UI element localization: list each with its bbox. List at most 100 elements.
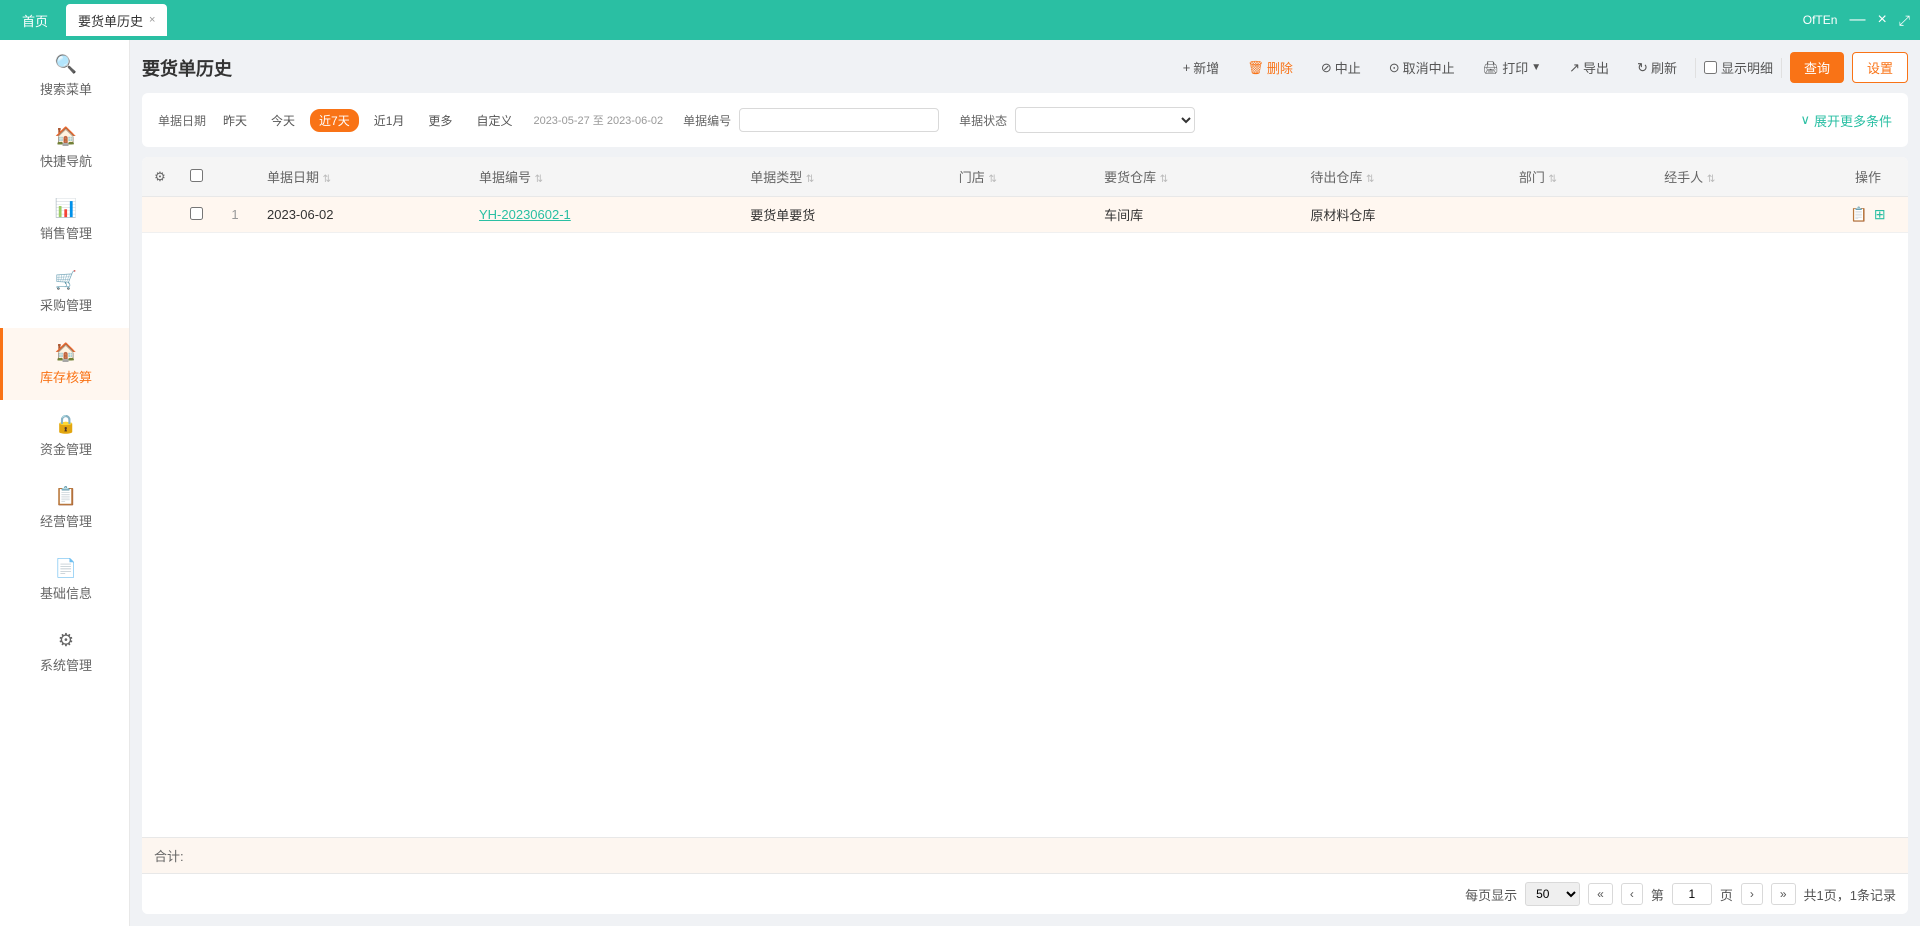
filter-chip-yesterday[interactable]: 昨天 bbox=[214, 109, 256, 132]
cancel-suspend-label: 取消中止 bbox=[1403, 58, 1455, 77]
col-doctype-sort-icon[interactable]: ⇅ bbox=[806, 174, 814, 185]
last-page-btn[interactable]: » bbox=[1771, 883, 1796, 905]
print-button[interactable]: 🖨 打印 ▼ bbox=[1473, 53, 1551, 82]
sidebar: 🔍 搜索菜单 🏠 快捷导航 📊 销售管理 🛒 采购管理 🏠 库存核算 🔒 资金管… bbox=[0, 40, 130, 926]
first-page-btn[interactable]: « bbox=[1588, 883, 1613, 905]
sidebar-item-finance-mgmt-label: 资金管理 bbox=[40, 439, 92, 458]
settings-label: 设置 bbox=[1867, 58, 1893, 77]
col-handler-sort-icon[interactable]: ⇅ bbox=[1707, 174, 1715, 185]
row-doctype: 要货单要货 bbox=[738, 197, 947, 233]
row-edit-icon[interactable]: 📋 bbox=[1850, 206, 1867, 223]
sidebar-item-system-mgmt-label: 系统管理 bbox=[40, 655, 92, 674]
col-header-docno[interactable]: 单据编号 ⇅ bbox=[467, 157, 738, 197]
col-header-req-warehouse[interactable]: 要货仓库 ⇅ bbox=[1092, 157, 1298, 197]
col-docdate-sort-icon[interactable]: ⇅ bbox=[323, 174, 331, 185]
col-docno-sort-icon[interactable]: ⇅ bbox=[535, 174, 543, 185]
table-footer-label: 合计: bbox=[154, 849, 184, 864]
expand-filter-label: 展开更多条件 bbox=[1814, 111, 1892, 130]
row-delete-icon[interactable]: ⊞ bbox=[1874, 206, 1886, 223]
select-all-checkbox[interactable] bbox=[190, 169, 203, 182]
table-scroll: ⚙ 单据日期 ⇅ 单据编号 ⇅ bbox=[142, 157, 1908, 837]
filter-chip-today[interactable]: 今天 bbox=[262, 109, 304, 132]
page-size-select[interactable]: 10 20 50 100 bbox=[1525, 882, 1580, 906]
sidebar-item-finance-mgmt[interactable]: 🔒 资金管理 bbox=[0, 400, 129, 472]
top-bar-right: OfTEn — × ⤢ bbox=[1803, 11, 1910, 29]
col-header-pending-warehouse[interactable]: 待出仓库 ⇅ bbox=[1298, 157, 1507, 197]
filter-status-select[interactable] bbox=[1015, 107, 1195, 133]
settings-button[interactable]: 设置 bbox=[1852, 52, 1908, 83]
delete-button[interactable]: 🗑 删除 bbox=[1237, 53, 1303, 82]
inventory-accounting-icon: 🏠 bbox=[55, 342, 77, 363]
show-detail-label: 显示明细 bbox=[1721, 58, 1773, 77]
search-menu-icon: 🔍 bbox=[55, 54, 77, 75]
cancel-suspend-button[interactable]: ⊙ 取消中止 bbox=[1379, 53, 1465, 82]
show-detail-input[interactable] bbox=[1704, 61, 1717, 74]
export-button[interactable]: ↗ 导出 bbox=[1559, 53, 1619, 82]
filter-docno-label: 单据编号 bbox=[683, 112, 731, 129]
page-input[interactable] bbox=[1672, 883, 1712, 905]
export-icon: ↗ bbox=[1569, 60, 1580, 76]
sidebar-item-search-menu[interactable]: 🔍 搜索菜单 bbox=[0, 40, 129, 112]
often-label[interactable]: OfTEn bbox=[1803, 13, 1838, 27]
sidebar-item-system-mgmt[interactable]: ⚙ 系统管理 bbox=[0, 616, 129, 688]
sidebar-item-search-menu-label: 搜索菜单 bbox=[40, 79, 92, 98]
row-checkbox[interactable] bbox=[190, 207, 203, 220]
sidebar-item-basic-info[interactable]: 📄 基础信息 bbox=[0, 544, 129, 616]
sidebar-item-operations-mgmt[interactable]: 📋 经营管理 bbox=[0, 472, 129, 544]
tab-close-icon[interactable]: × bbox=[149, 14, 155, 26]
sidebar-item-sales-mgmt[interactable]: 📊 销售管理 bbox=[0, 184, 129, 256]
filter-chip-custom[interactable]: 自定义 bbox=[467, 109, 521, 132]
close-btn[interactable]: × bbox=[1877, 11, 1886, 29]
col-header-dept[interactable]: 部门 ⇅ bbox=[1507, 157, 1652, 197]
export-label: 导出 bbox=[1583, 58, 1609, 77]
table-footer: 合计: bbox=[142, 837, 1908, 873]
row-settings bbox=[142, 197, 178, 233]
prev-page-btn[interactable]: ‹ bbox=[1621, 883, 1643, 905]
maximize-btn[interactable]: ⤢ bbox=[1899, 12, 1910, 29]
sidebar-item-shortcut-nav-label: 快捷导航 bbox=[40, 151, 92, 170]
suspend-button[interactable]: ⊘ 中止 bbox=[1311, 53, 1371, 82]
filter-docno-input[interactable] bbox=[739, 108, 939, 132]
show-detail-checkbox[interactable]: 显示明细 bbox=[1704, 58, 1773, 77]
next-page-btn[interactable]: › bbox=[1741, 883, 1763, 905]
filter-date-label: 单据日期 bbox=[158, 112, 206, 129]
col-store-sort-icon[interactable]: ⇅ bbox=[988, 174, 996, 185]
col-pending-warehouse-sort-icon[interactable]: ⇅ bbox=[1366, 174, 1374, 185]
table-container: ⚙ 单据日期 ⇅ 单据编号 ⇅ bbox=[142, 157, 1908, 914]
col-req-warehouse-sort-icon[interactable]: ⇅ bbox=[1160, 174, 1168, 185]
col-header-store[interactable]: 门店 ⇅ bbox=[947, 157, 1092, 197]
col-header-docdate[interactable]: 单据日期 ⇅ bbox=[255, 157, 467, 197]
add-button[interactable]: + 新增 bbox=[1173, 53, 1230, 82]
filter-date-item: 单据日期 昨天 今天 近7天 近1月 更多 自定义 2023-05-27 至 2… bbox=[158, 109, 663, 132]
toolbar-divider bbox=[1695, 58, 1696, 78]
tab-requisition-history[interactable]: 要货单历史 × bbox=[66, 4, 167, 36]
top-bar: 首页 要货单历史 × OfTEn — × ⤢ bbox=[0, 0, 1920, 40]
suspend-icon: ⊘ bbox=[1321, 60, 1332, 76]
sidebar-item-purchase-mgmt[interactable]: 🛒 采购管理 bbox=[0, 256, 129, 328]
row-store bbox=[947, 197, 1092, 233]
print-dropdown-icon[interactable]: ▼ bbox=[1531, 62, 1541, 73]
suspend-label: 中止 bbox=[1335, 58, 1361, 77]
sidebar-item-shortcut-nav[interactable]: 🏠 快捷导航 bbox=[0, 112, 129, 184]
query-button[interactable]: 查询 bbox=[1790, 52, 1844, 83]
refresh-button[interactable]: ↻ 刷新 bbox=[1627, 53, 1687, 82]
sidebar-item-basic-info-label: 基础信息 bbox=[40, 583, 92, 602]
tab-home[interactable]: 首页 bbox=[10, 4, 60, 36]
sidebar-item-inventory-accounting[interactable]: 🏠 库存核算 bbox=[0, 328, 129, 400]
col-header-doctype[interactable]: 单据类型 ⇅ bbox=[738, 157, 947, 197]
col-doctype-label: 单据类型 bbox=[750, 170, 802, 185]
col-header-settings[interactable]: ⚙ bbox=[142, 157, 178, 197]
expand-filter-button[interactable]: ∨ 展开更多条件 bbox=[1800, 111, 1892, 130]
filter-chip-more[interactable]: 更多 bbox=[419, 109, 461, 132]
filter-chip-last7days[interactable]: 近7天 bbox=[310, 109, 359, 132]
operations-mgmt-icon: 📋 bbox=[55, 486, 77, 507]
row-check[interactable] bbox=[178, 197, 215, 233]
minimize-btn[interactable]: — bbox=[1849, 11, 1865, 29]
toolbar: + 新增 🗑 删除 ⊘ 中止 ⊙ 取消中止 🖨 打印 bbox=[1173, 52, 1908, 83]
col-header-op: 操作 bbox=[1828, 157, 1908, 197]
row-docno[interactable]: YH-20230602-1 bbox=[467, 197, 738, 233]
col-header-handler[interactable]: 经手人 ⇅ bbox=[1652, 157, 1828, 197]
filter-chip-last1month[interactable]: 近1月 bbox=[365, 109, 414, 132]
col-dept-sort-icon[interactable]: ⇅ bbox=[1549, 174, 1557, 185]
row-docno-link[interactable]: YH-20230602-1 bbox=[479, 207, 571, 222]
